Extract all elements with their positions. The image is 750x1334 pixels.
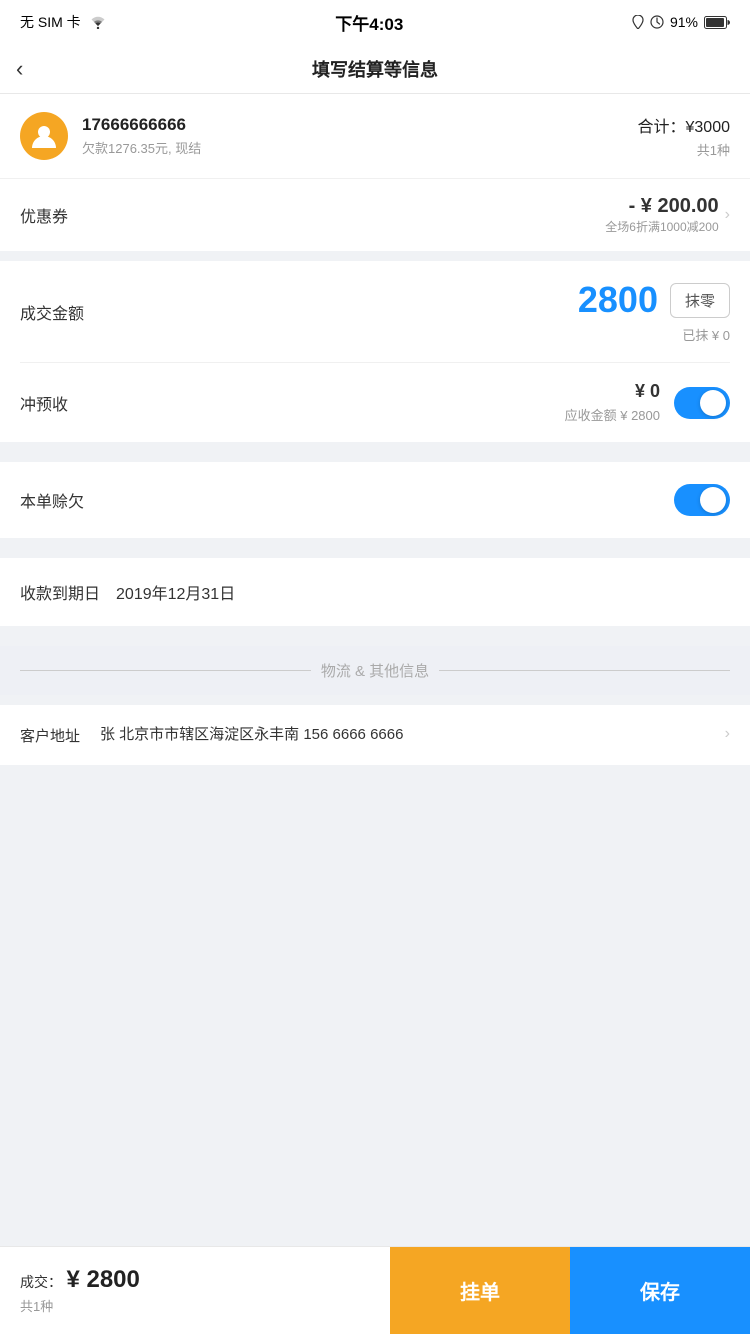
debt-label: 本单赊欠 xyxy=(20,488,84,512)
round-zero-button[interactable]: 抹零 xyxy=(670,283,730,318)
prepay-row: 冲预收 ¥ 0 应收金额 ¥ 2800 xyxy=(20,363,730,442)
prepay-value: ¥ 0 xyxy=(565,381,660,402)
debt-toggle-knob xyxy=(700,487,726,513)
status-right: 91% xyxy=(632,14,730,30)
logistics-line-left xyxy=(20,670,311,671)
coupon-chevron-icon: › xyxy=(725,206,730,224)
coupon-label: 优惠券 xyxy=(20,203,68,227)
address-value: 张 北京市市辖区海淀区永丰南 156 6666 6666 xyxy=(100,723,715,747)
status-time: 下午4:03 xyxy=(335,10,403,35)
avatar xyxy=(20,112,68,160)
debt-row: 本单赊欠 xyxy=(0,462,750,538)
deal-amount-row: 成交金额 2800 抹零 已抹 ¥ 0 xyxy=(20,261,730,363)
due-date-row: 收款到期日 2019年12月31日 xyxy=(0,558,750,626)
customer-card: 17666666666 欠款1276.35元, 现结 合计：¥3000 共1种 … xyxy=(0,94,750,251)
deal-amount-value: 2800 xyxy=(578,279,658,321)
prepay-sub: 应收金额 ¥ 2800 xyxy=(565,405,660,424)
no-sim-label: 无 SIM 卡 xyxy=(20,12,81,32)
location-icon xyxy=(632,15,644,29)
customer-row: 17666666666 欠款1276.35元, 现结 合计：¥3000 共1种 xyxy=(0,94,750,178)
bottom-bar: 成交： ¥ 2800 共1种 挂单 保存 xyxy=(0,1246,750,1334)
prepay-toggle[interactable] xyxy=(674,387,730,419)
customer-count: 共1种 xyxy=(638,140,731,159)
logistics-label: 物流 & 其他信息 xyxy=(321,660,429,681)
separator-1 xyxy=(0,452,750,462)
toggle-knob xyxy=(700,390,726,416)
customer-sub: 欠款1276.35元, 现结 xyxy=(82,138,201,157)
bottom-summary: 成交： ¥ 2800 共1种 xyxy=(0,1266,390,1315)
coupon-detail: 全场6折满1000减200 xyxy=(605,218,718,235)
status-bar: 无 SIM 卡 下午4:03 91% xyxy=(0,0,750,44)
back-button[interactable]: ‹ xyxy=(16,56,23,82)
amount-sub: 已抹 ¥ 0 xyxy=(682,325,730,344)
clock-icon xyxy=(650,15,664,29)
logistics-header: 物流 & 其他信息 xyxy=(0,646,750,695)
separator-3 xyxy=(0,636,750,646)
wifi-icon xyxy=(89,15,107,29)
separator-2 xyxy=(0,548,750,558)
debt-toggle[interactable] xyxy=(674,484,730,516)
battery-label: 91% xyxy=(670,14,698,30)
user-icon xyxy=(30,122,58,150)
nav-bar: ‹ 填写结算等信息 xyxy=(0,44,750,94)
address-row[interactable]: 客户地址 张 北京市市辖区海淀区永丰南 156 6666 6666 › xyxy=(0,705,750,765)
coupon-row[interactable]: 优惠券 - ¥ 200.00 全场6折满1000减200 › xyxy=(0,178,750,251)
save-button[interactable]: 保存 xyxy=(570,1247,750,1334)
battery-icon xyxy=(704,16,730,29)
customer-total: 合计：¥3000 xyxy=(638,113,731,137)
bottom-amount: ¥ 2800 xyxy=(66,1266,139,1293)
separator-4 xyxy=(0,695,750,705)
deal-amount-label: 成交金额 xyxy=(20,300,84,324)
due-date-value: 2019年12月31日 xyxy=(116,580,235,604)
status-left: 无 SIM 卡 xyxy=(20,12,107,32)
content: 17666666666 欠款1276.35元, 现结 合计：¥3000 共1种 … xyxy=(0,94,750,855)
prepay-label: 冲预收 xyxy=(20,391,68,415)
bottom-count: 共1种 xyxy=(20,1296,370,1315)
hold-button[interactable]: 挂单 xyxy=(390,1247,570,1334)
customer-phone: 17666666666 xyxy=(82,115,201,135)
logistics-line-right xyxy=(439,670,730,671)
address-label: 客户地址 xyxy=(20,723,90,746)
coupon-discount: - ¥ 200.00 xyxy=(605,195,718,218)
bottom-deal-label: 成交： xyxy=(20,1274,62,1290)
due-date-label: 收款到期日 xyxy=(20,580,100,604)
address-chevron-icon: › xyxy=(725,723,730,743)
page-title: 填写结算等信息 xyxy=(312,56,438,82)
amount-section: 成交金额 2800 抹零 已抹 ¥ 0 冲预收 ¥ 0 应收金额 ¥ 2800 xyxy=(0,261,750,442)
